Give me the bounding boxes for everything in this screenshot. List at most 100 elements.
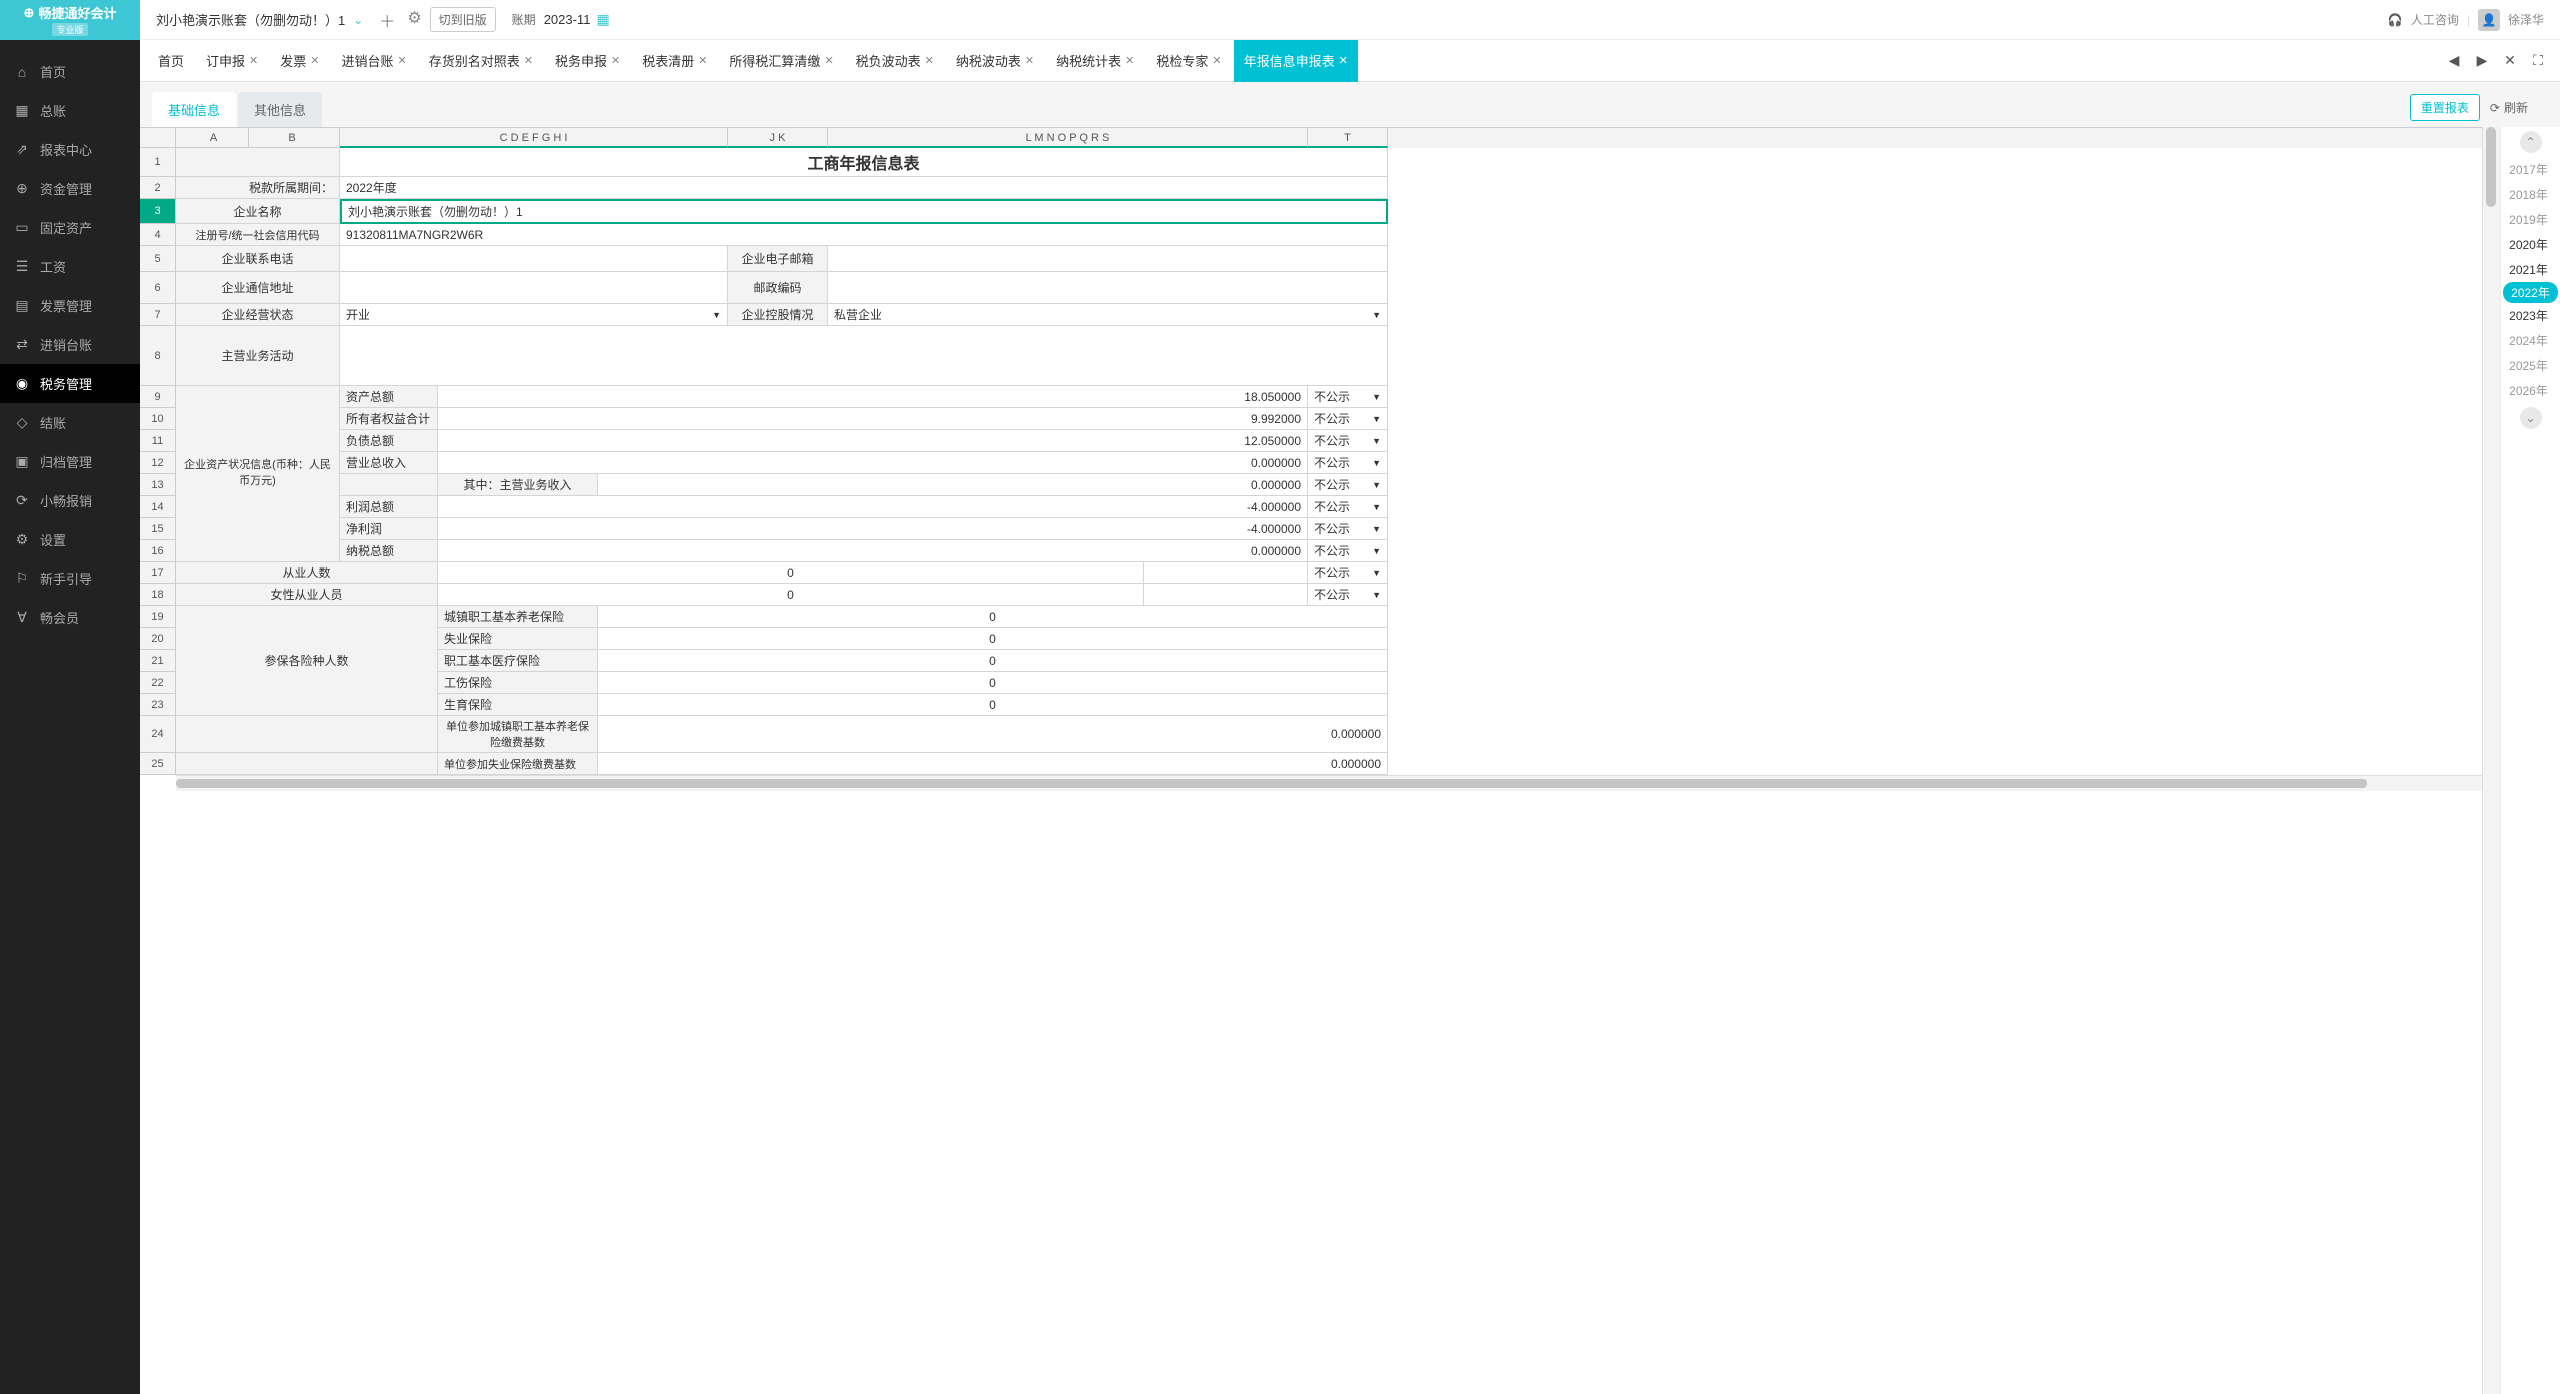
employees-value[interactable]: 0	[438, 562, 1144, 584]
support-link[interactable]: 人工咨询	[2411, 11, 2459, 28]
tab-5[interactable]: 税务申报✕	[545, 40, 630, 82]
revenue-value[interactable]: 0.000000	[438, 452, 1308, 474]
tab-close-all[interactable]: ✕	[2496, 47, 2524, 75]
publish-select[interactable]: 不公示▼	[1308, 562, 1388, 584]
total-assets-value[interactable]: 18.050000	[438, 386, 1308, 408]
close-icon[interactable]: ✕	[925, 54, 934, 67]
nav-item-3[interactable]: ⊕资金管理	[0, 169, 140, 208]
year-2017年[interactable]: 2017年	[2503, 157, 2558, 182]
avatar-icon[interactable]: 👤	[2478, 9, 2500, 31]
select-all-corner[interactable]	[140, 128, 176, 148]
postcode-value[interactable]	[828, 272, 1388, 304]
tab-scroll-right[interactable]: ▶	[2468, 47, 2496, 75]
nav-item-9[interactable]: ◇结账	[0, 403, 140, 442]
nav-item-5[interactable]: ☰工资	[0, 247, 140, 286]
publish-select[interactable]: 不公示▼	[1308, 584, 1388, 606]
col-J-K[interactable]: J K	[728, 128, 828, 148]
tab-0[interactable]: 首页	[148, 40, 194, 82]
spreadsheet[interactable]: AB C D E F G H I J K L M N O P Q R S T	[140, 127, 2482, 1394]
pension-value[interactable]: 0	[598, 606, 1388, 628]
phone-value[interactable]	[340, 246, 728, 272]
tab-3[interactable]: 进销台账✕	[331, 40, 416, 82]
col-C-I[interactable]: C D E F G H I	[340, 128, 728, 148]
close-icon[interactable]: ✕	[1125, 54, 1134, 67]
close-icon[interactable]: ✕	[398, 54, 407, 67]
main-revenue-value[interactable]: 0.000000	[598, 474, 1308, 496]
address-value[interactable]	[340, 272, 728, 304]
add-icon[interactable]: ＋	[379, 8, 395, 32]
year-2023年[interactable]: 2023年	[2503, 303, 2558, 328]
vertical-scrollbar[interactable]	[2482, 127, 2500, 1394]
pension-base-value[interactable]: 0.000000	[598, 716, 1388, 753]
col-A-B[interactable]: AB	[176, 128, 340, 148]
nav-item-6[interactable]: ▤发票管理	[0, 286, 140, 325]
year-2024年[interactable]: 2024年	[2503, 328, 2558, 353]
nav-item-13[interactable]: ⚐新手引导	[0, 559, 140, 598]
unemploy-value[interactable]: 0	[598, 628, 1388, 650]
calendar-icon[interactable]: ▦	[596, 11, 609, 28]
gear-icon[interactable]: ⚙	[407, 8, 421, 32]
medical-value[interactable]: 0	[598, 650, 1388, 672]
reset-report-button[interactable]: 重置报表	[2410, 94, 2480, 121]
tab-8[interactable]: 税负波动表✕	[846, 40, 944, 82]
company-name-cell[interactable]: 刘小艳演示账套（勿删勿动！）1	[340, 199, 1388, 224]
nav-item-2[interactable]: ⇗报表中心	[0, 130, 140, 169]
close-icon[interactable]: ✕	[524, 54, 533, 67]
tab-1[interactable]: 订申报✕	[196, 40, 268, 82]
sub-tab-other[interactable]: 其他信息	[238, 92, 322, 127]
sub-tab-basic[interactable]: 基础信息	[152, 92, 236, 127]
tab-fullscreen[interactable]: ⛶	[2524, 47, 2552, 75]
account-selector[interactable]: 刘小艳演示账套（勿删勿动！）1 ⌄	[156, 10, 363, 29]
tab-9[interactable]: 纳税波动表✕	[946, 40, 1044, 82]
female-employees-value[interactable]: 0	[438, 584, 1144, 606]
tab-11[interactable]: 税检专家✕	[1146, 40, 1231, 82]
year-2026年[interactable]: 2026年	[2503, 378, 2558, 403]
tab-12[interactable]: 年报信息申报表✕	[1234, 40, 1358, 82]
nav-item-11[interactable]: ⟳小畅报销	[0, 481, 140, 520]
maternity-value[interactable]: 0	[598, 694, 1388, 716]
period-value[interactable]: 2023-11	[544, 12, 591, 27]
year-scroll-down[interactable]: ⌄	[2520, 407, 2542, 429]
year-2021年[interactable]: 2021年	[2503, 257, 2558, 282]
nav-item-14[interactable]: ∀畅会员	[0, 598, 140, 637]
profit-value[interactable]: -4.000000	[438, 496, 1308, 518]
publish-select[interactable]: 不公示▼	[1308, 518, 1388, 540]
email-value[interactable]	[828, 246, 1388, 272]
publish-select[interactable]: 不公示▼	[1308, 496, 1388, 518]
nav-item-8[interactable]: ◉税务管理	[0, 364, 140, 403]
tab-4[interactable]: 存货别名对照表✕	[419, 40, 543, 82]
equity-value[interactable]: 9.992000	[438, 408, 1308, 430]
close-icon[interactable]: ✕	[1339, 54, 1348, 67]
main-biz-value[interactable]	[340, 326, 1388, 386]
publish-select[interactable]: 不公示▼	[1308, 474, 1388, 496]
tab-10[interactable]: 纳税统计表✕	[1046, 40, 1144, 82]
tab-2[interactable]: 发票✕	[270, 40, 329, 82]
year-2018年[interactable]: 2018年	[2503, 182, 2558, 207]
holding-select[interactable]: 私营企业▼	[828, 304, 1388, 326]
tab-7[interactable]: 所得税汇算清缴✕	[719, 40, 843, 82]
old-version-button[interactable]: 切到旧版	[430, 7, 496, 32]
year-2020年[interactable]: 2020年	[2503, 232, 2558, 257]
nav-item-12[interactable]: ⚙设置	[0, 520, 140, 559]
publish-select[interactable]: 不公示▼	[1308, 430, 1388, 452]
tax-period-value[interactable]: 2022年度	[340, 177, 1388, 199]
refresh-button[interactable]: ⟳刷新	[2490, 99, 2528, 116]
col-L-S[interactable]: L M N O P Q R S	[828, 128, 1308, 148]
nav-item-7[interactable]: ⇄进销台账	[0, 325, 140, 364]
close-icon[interactable]: ✕	[824, 54, 833, 67]
year-2019年[interactable]: 2019年	[2503, 207, 2558, 232]
nav-item-0[interactable]: ⌂首页	[0, 52, 140, 91]
user-name[interactable]: 徐泽华	[2508, 11, 2544, 28]
tab-6[interactable]: 税表清册✕	[632, 40, 717, 82]
close-icon[interactable]: ✕	[611, 54, 620, 67]
publish-select[interactable]: 不公示▼	[1308, 386, 1388, 408]
publish-select[interactable]: 不公示▼	[1308, 452, 1388, 474]
tax-total-value[interactable]: 0.000000	[438, 540, 1308, 562]
liabilities-value[interactable]: 12.050000	[438, 430, 1308, 452]
horizontal-scrollbar[interactable]	[176, 775, 2482, 791]
year-2025年[interactable]: 2025年	[2503, 353, 2558, 378]
year-2022年[interactable]: 2022年	[2503, 282, 2558, 303]
reg-code-value[interactable]: 91320811MA7NGR2W6R	[340, 224, 1388, 246]
nav-item-10[interactable]: ▣归档管理	[0, 442, 140, 481]
close-icon[interactable]: ✕	[1212, 54, 1221, 67]
